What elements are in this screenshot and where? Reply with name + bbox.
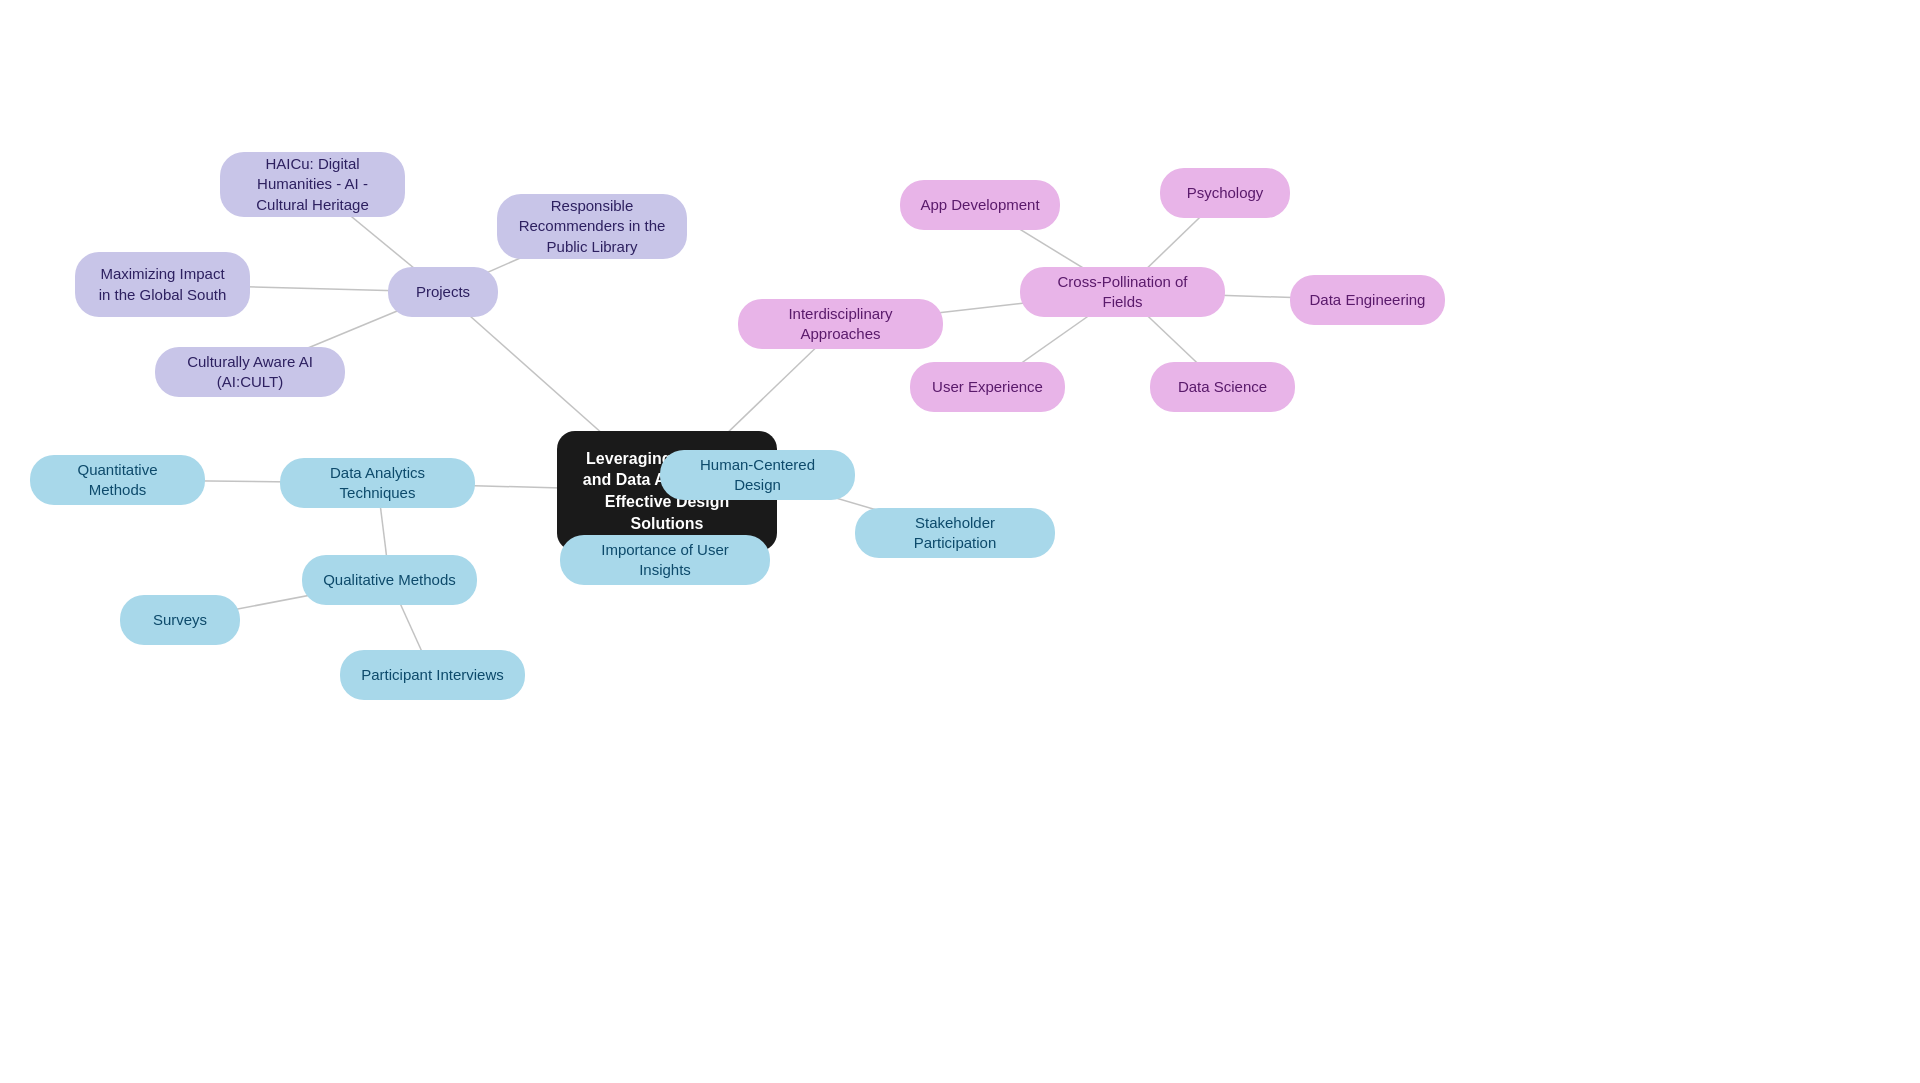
node-responsible[interactable]: Responsible Recommenders in the Public L… xyxy=(497,194,687,259)
node-qualitative[interactable]: Qualitative Methods xyxy=(302,555,477,605)
node-cross-pollination[interactable]: Cross-Pollination of Fields xyxy=(1020,267,1225,317)
node-participant-interviews[interactable]: Participant Interviews xyxy=(340,650,525,700)
node-surveys[interactable]: Surveys xyxy=(120,595,240,645)
node-projects[interactable]: Projects xyxy=(388,267,498,317)
node-maximizing[interactable]: Maximizing Impact in the Global South xyxy=(75,252,250,317)
node-user-experience[interactable]: User Experience xyxy=(910,362,1065,412)
node-data-science[interactable]: Data Science xyxy=(1150,362,1295,412)
node-stakeholder[interactable]: Stakeholder Participation xyxy=(855,508,1055,558)
node-data-analytics[interactable]: Data Analytics Techniques xyxy=(280,458,475,508)
node-user-insights[interactable]: Importance of User Insights xyxy=(560,535,770,585)
node-interdisciplinary[interactable]: Interdisciplinary Approaches xyxy=(738,299,943,349)
node-app-development[interactable]: App Development xyxy=(900,180,1060,230)
node-haicu[interactable]: HAICu: Digital Humanities - AI - Cultura… xyxy=(220,152,405,217)
node-human-centered[interactable]: Human-Centered Design xyxy=(660,450,855,500)
node-culturally[interactable]: Culturally Aware AI (AI:CULT) xyxy=(155,347,345,397)
node-psychology[interactable]: Psychology xyxy=(1160,168,1290,218)
node-data-engineering[interactable]: Data Engineering xyxy=(1290,275,1445,325)
node-quantitative[interactable]: Quantitative Methods xyxy=(30,455,205,505)
